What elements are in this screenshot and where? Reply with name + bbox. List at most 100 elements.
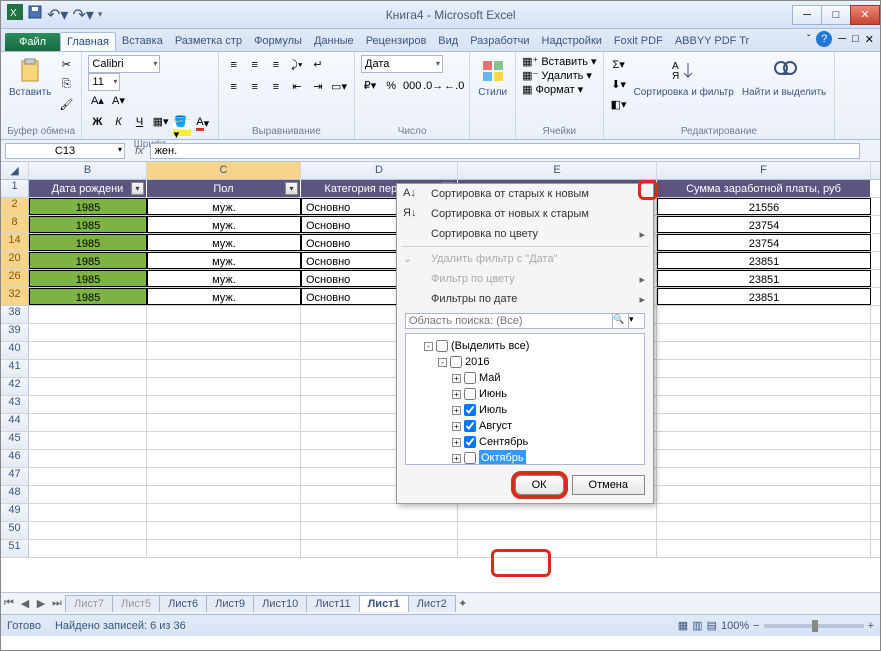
cancel-button[interactable]: Отмена: [572, 475, 645, 495]
percent-icon[interactable]: %: [382, 77, 400, 95]
tab-nav-prev-icon[interactable]: ◀: [17, 597, 33, 610]
close-button[interactable]: ✕: [850, 5, 880, 25]
tab-file[interactable]: Файл: [5, 33, 60, 51]
sheet-tab[interactable]: Лист7: [65, 595, 113, 612]
copy-icon[interactable]: ⎘: [57, 75, 75, 93]
cell[interactable]: муж.: [147, 270, 301, 287]
col-header-b[interactable]: B: [29, 162, 147, 179]
undo-icon[interactable]: ↶▾: [47, 5, 68, 25]
row-header[interactable]: 44: [1, 414, 29, 431]
tab-разметка стр[interactable]: Разметка стр: [169, 32, 248, 51]
tree-select-all[interactable]: - (Выделить все): [410, 338, 640, 354]
name-box[interactable]: C13: [5, 143, 125, 159]
accounting-icon[interactable]: ₽▾: [361, 76, 379, 94]
align-middle-icon[interactable]: ≡: [246, 56, 264, 74]
cut-icon[interactable]: ✂: [57, 55, 75, 73]
minimize-button[interactable]: ─: [792, 5, 822, 25]
fill-color-icon[interactable]: 🪣▾: [173, 119, 191, 137]
tab-nav-last-icon[interactable]: ⏭: [49, 597, 65, 610]
align-left-icon[interactable]: ≡: [225, 78, 243, 96]
autosum-icon[interactable]: Σ▾: [610, 55, 628, 73]
indent-dec-icon[interactable]: ⇤: [288, 77, 306, 95]
tree-month[interactable]: + Сентябрь: [410, 434, 640, 450]
align-bottom-icon[interactable]: ≡: [267, 56, 285, 74]
row-header[interactable]: 2: [1, 198, 29, 215]
sheet-tab[interactable]: Лист5: [112, 595, 160, 612]
tab-вставка[interactable]: Вставка: [116, 32, 169, 51]
insert-cells-button[interactable]: ▦⁺ Вставить ▾: [522, 55, 596, 68]
cell[interactable]: 1985: [29, 234, 147, 251]
italic-button[interactable]: К: [109, 113, 127, 131]
styles-button[interactable]: Стили: [476, 55, 509, 100]
row-header[interactable]: 45: [1, 432, 29, 449]
cell[interactable]: муж.: [147, 198, 301, 215]
view-layout-icon[interactable]: ▥: [692, 619, 702, 632]
row-header[interactable]: 20: [1, 252, 29, 269]
filter-search-input[interactable]: [405, 313, 613, 329]
redo-icon[interactable]: ↷▾: [72, 5, 93, 25]
row-header[interactable]: 40: [1, 342, 29, 359]
cell[interactable]: муж.: [147, 234, 301, 251]
cell[interactable]: 1985: [29, 198, 147, 215]
tab-abbyy pdf tr[interactable]: ABBYY PDF Tr: [669, 32, 755, 51]
row-header[interactable]: 48: [1, 486, 29, 503]
qat-dropdown-icon[interactable]: ▾: [98, 9, 103, 20]
font-color-icon[interactable]: A▾: [194, 114, 212, 132]
dec-decimal-icon[interactable]: ←.0: [445, 77, 463, 95]
row-header[interactable]: 14: [1, 234, 29, 251]
tab-nav-next-icon[interactable]: ▶: [33, 597, 49, 610]
grow-font-icon[interactable]: A▴: [88, 91, 106, 109]
sort-filter-button[interactable]: AЯ Сортировка и фильтр: [632, 55, 736, 100]
tree-month[interactable]: + Август: [410, 418, 640, 434]
cell[interactable]: муж.: [147, 288, 301, 305]
search-icon[interactable]: 🔍: [613, 313, 629, 329]
align-right-icon[interactable]: ≡: [267, 78, 285, 96]
tab-надстройки[interactable]: Надстройки: [536, 32, 608, 51]
col-header-f[interactable]: F: [657, 162, 871, 179]
search-dropdown-icon[interactable]: ▾: [629, 313, 645, 329]
tree-month[interactable]: + Октябрь: [410, 450, 640, 465]
cell[interactable]: 23754: [657, 234, 871, 251]
sheet-tab[interactable]: Лист11: [306, 595, 359, 612]
align-top-icon[interactable]: ≡: [225, 56, 243, 74]
row-header[interactable]: 46: [1, 450, 29, 467]
row-header[interactable]: 26: [1, 270, 29, 287]
formula-input[interactable]: жен.: [150, 143, 860, 159]
row-header[interactable]: 49: [1, 504, 29, 521]
select-all-corner[interactable]: ◢: [1, 162, 29, 179]
workbook-min-icon[interactable]: ─: [838, 33, 846, 45]
sheet-tab[interactable]: Лист2: [408, 595, 456, 612]
shrink-font-icon[interactable]: A▾: [109, 91, 127, 109]
cell[interactable]: 23851: [657, 288, 871, 305]
clear-icon[interactable]: ◧▾: [610, 95, 628, 113]
row-header-1[interactable]: 1: [1, 180, 29, 197]
col-header-d[interactable]: D: [301, 162, 458, 179]
sheet-tab[interactable]: Лист1: [359, 595, 409, 612]
tab-рецензиров[interactable]: Рецензиров: [360, 32, 433, 51]
sheet-tab[interactable]: Лист10: [253, 595, 307, 612]
cell[interactable]: 1985: [29, 252, 147, 269]
maximize-button[interactable]: □: [821, 5, 851, 25]
row-header[interactable]: 32: [1, 288, 29, 305]
zoom-in-icon[interactable]: +: [868, 620, 874, 632]
tree-month[interactable]: + Июнь: [410, 386, 640, 402]
bold-button[interactable]: Ж: [88, 113, 106, 131]
format-cells-button[interactable]: ▦ Формат ▾: [522, 83, 583, 96]
tree-month[interactable]: + Май: [410, 370, 640, 386]
cell[interactable]: 1985: [29, 216, 147, 233]
row-header[interactable]: 42: [1, 378, 29, 395]
border-icon[interactable]: ▦▾: [152, 112, 170, 130]
cell[interactable]: 1985: [29, 288, 147, 305]
zoom-slider[interactable]: [764, 624, 864, 628]
cell[interactable]: 23851: [657, 252, 871, 269]
row-header[interactable]: 47: [1, 468, 29, 485]
workbook-restore-icon[interactable]: □: [852, 33, 859, 45]
tab-вид[interactable]: Вид: [432, 32, 464, 51]
row-header[interactable]: 39: [1, 324, 29, 341]
delete-cells-button[interactable]: ▦⁻ Удалить ▾: [522, 69, 592, 82]
paste-button[interactable]: Вставить: [7, 55, 53, 100]
tab-nav-first-icon[interactable]: ⏮: [1, 597, 17, 610]
sheet-tab[interactable]: Лист6: [159, 595, 207, 612]
sort-newest-first[interactable]: Я↓Сортировка от новых к старым: [397, 204, 653, 224]
tree-month[interactable]: + Июль: [410, 402, 640, 418]
